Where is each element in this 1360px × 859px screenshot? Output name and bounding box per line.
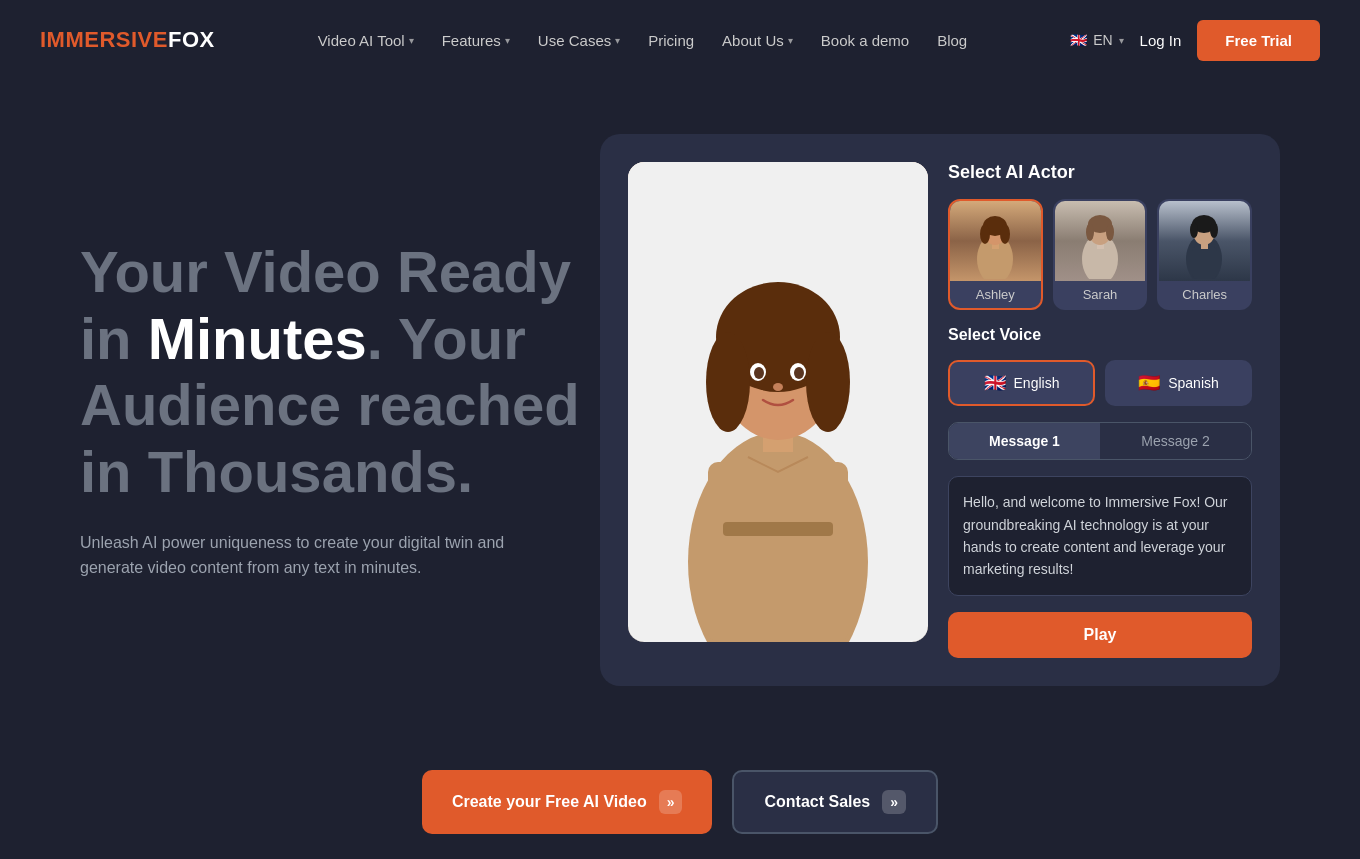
nav-links: Video AI Tool▾ Features▾ Use Cases▾ Pric… <box>318 32 968 49</box>
controls-panel: Select AI Actor <box>948 162 1252 658</box>
actor-charles-name: Charles <box>1159 281 1250 308</box>
message-area[interactable]: Hello, and welcome to Immersive Fox! Our… <box>948 476 1252 596</box>
svg-point-6 <box>706 332 750 432</box>
actor-ashley[interactable]: Ashley <box>948 199 1043 310</box>
arrow-icon: » <box>882 790 906 814</box>
contact-sales-button[interactable]: Contact Sales » <box>732 770 938 834</box>
hero-subtitle: Unleash AI power uniqueness to create yo… <box>80 530 520 581</box>
message-tabs: Message 1 Message 2 <box>948 422 1252 460</box>
chevron-down-icon: ▾ <box>788 35 793 46</box>
chevron-down-icon: ▾ <box>505 35 510 46</box>
arrow-icon: » <box>659 790 683 814</box>
voice-spanish-button[interactable]: 🇪🇸 Spanish <box>1105 360 1252 406</box>
svg-rect-29 <box>1192 246 1217 279</box>
play-button[interactable]: Play <box>948 612 1252 658</box>
hero-section: Your Video Ready in Minutes. Your Audien… <box>80 239 600 581</box>
nav-about-us[interactable]: About Us▾ <box>722 32 793 49</box>
language-selector[interactable]: 🇬🇧 EN ▾ <box>1070 32 1123 48</box>
message-tab-1[interactable]: Message 1 <box>949 423 1100 459</box>
svg-rect-13 <box>723 522 833 536</box>
uk-flag-icon: 🇬🇧 <box>984 372 1006 394</box>
demo-card: Select AI Actor <box>600 134 1280 686</box>
chevron-down-icon: ▾ <box>1119 35 1124 46</box>
actor-sarah-thumbnail <box>1055 201 1146 281</box>
svg-point-34 <box>1210 222 1218 238</box>
nav-features[interactable]: Features▾ <box>442 32 510 49</box>
es-flag-icon: 🇪🇸 <box>1138 372 1160 394</box>
actor-ashley-name: Ashley <box>950 281 1041 308</box>
voice-english-button[interactable]: 🇬🇧 English <box>948 360 1095 406</box>
svg-rect-2 <box>708 462 848 642</box>
hero-title: Your Video Ready in Minutes. Your Audien… <box>80 239 600 506</box>
svg-point-7 <box>806 332 850 432</box>
chevron-down-icon: ▾ <box>409 35 414 46</box>
nav-use-cases[interactable]: Use Cases▾ <box>538 32 620 49</box>
actor-sarah-name: Sarah <box>1055 281 1146 308</box>
svg-point-20 <box>1000 224 1010 244</box>
actor-video-preview <box>628 162 928 642</box>
cta-section: Create your Free AI Video » Contact Sale… <box>0 740 1360 859</box>
actor-grid: Ashley Sar <box>948 199 1252 310</box>
svg-point-10 <box>754 367 764 379</box>
svg-point-26 <box>1086 223 1094 241</box>
nav-video-ai-tool[interactable]: Video AI Tool▾ <box>318 32 414 49</box>
actor-charles[interactable]: Charles <box>1157 199 1252 310</box>
nav-blog[interactable]: Blog <box>937 32 967 49</box>
nav-pricing[interactable]: Pricing <box>648 32 694 49</box>
nav-right: 🇬🇧 EN ▾ Log In Free Trial <box>1070 20 1320 61</box>
free-trial-button[interactable]: Free Trial <box>1197 20 1320 61</box>
nav-book-demo[interactable]: Book a demo <box>821 32 909 49</box>
chevron-down-icon: ▾ <box>615 35 620 46</box>
create-free-video-button[interactable]: Create your Free AI Video » <box>422 770 713 834</box>
svg-point-11 <box>794 367 804 379</box>
main-content: Your Video Ready in Minutes. Your Audien… <box>0 80 1360 740</box>
select-voice-label: Select Voice <box>948 326 1252 344</box>
actor-ashley-thumbnail <box>950 201 1041 281</box>
svg-point-33 <box>1190 222 1198 238</box>
actor-sarah[interactable]: Sarah <box>1053 199 1148 310</box>
login-button[interactable]: Log In <box>1140 32 1182 49</box>
svg-point-27 <box>1106 223 1114 241</box>
message-tab-2[interactable]: Message 2 <box>1100 423 1251 459</box>
voice-options: 🇬🇧 English 🇪🇸 Spanish <box>948 360 1252 406</box>
svg-point-19 <box>980 224 990 244</box>
actor-charles-thumbnail <box>1159 201 1250 281</box>
flag-icon: 🇬🇧 <box>1070 32 1087 48</box>
svg-rect-22 <box>1088 246 1113 279</box>
svg-rect-15 <box>983 246 1008 279</box>
svg-point-12 <box>773 383 783 391</box>
navbar: IMMERSIVEFOX Video AI Tool▾ Features▾ Us… <box>0 0 1360 80</box>
logo[interactable]: IMMERSIVEFOX <box>40 27 215 53</box>
select-actor-label: Select AI Actor <box>948 162 1252 183</box>
